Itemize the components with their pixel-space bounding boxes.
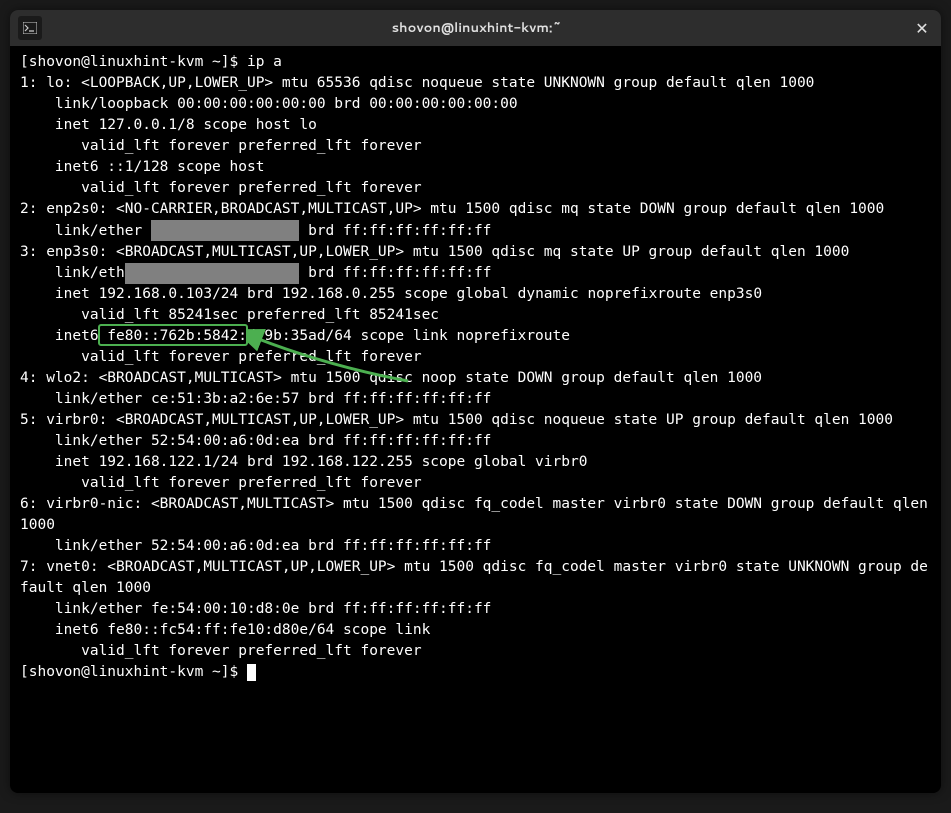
output-line: inet 192.168.122.1/24 brd 192.168.122.25… [20,454,587,470]
close-button[interactable]: ✕ [911,17,933,39]
terminal-icon [18,16,42,40]
cursor [247,664,256,681]
output-line: 5: virbr0: <BROADCAST,MULTICAST,UP,LOWER… [20,412,893,428]
command-text: ip a [247,54,282,70]
output-line: 1: lo: <LOOPBACK,UP,LOWER_UP> mtu 65536 … [20,75,814,91]
terminal-window: shovon@linuxhint-kvm:~ ✕ [shovon@linuxhi… [10,10,941,793]
output-line: link/ether 52:54:00:a6:0d:ea brd ff:ff:f… [20,538,491,554]
output-line: valid_lft forever preferred_lft forever [20,138,422,154]
prompt-line: [shovon@linuxhint-kvm ~]$ [20,664,247,680]
output-line: link/ether XX:XX:XX:XX:XX:XX brd ff:ff:f… [20,265,491,281]
titlebar[interactable]: shovon@linuxhint-kvm:~ ✕ [10,10,941,46]
window-title: shovon@linuxhint-kvm:~ [42,19,911,37]
output-line: 3: enp3s0: <BROADCAST,MULTICAST,UP,LOWER… [20,244,849,260]
output-line: inet6 ::1/128 scope host [20,159,273,175]
close-icon: ✕ [915,17,928,40]
highlighted-ip: 192.168.0.103/24 [99,286,239,302]
redacted-mac: er XX:XX:XX:XX:XX:XX [125,263,300,284]
output-line: inet6 fe80::fc54:ff:fe10:d80e/64 scope l… [20,622,439,638]
output-line: link/ether ce:51:3b:a2:6e:57 brd ff:ff:f… [20,391,491,407]
output-line: link/loopback 00:00:00:00:00:00 brd 00:0… [20,96,518,112]
output-line: link/ether XX:XX:XX:XX:XX:XX brd ff:ff:f… [20,223,491,239]
output-line: 2: enp2s0: <NO-CARRIER,BROADCAST,MULTICA… [20,201,884,217]
output-line: link/ether 52:54:00:a6:0d:ea brd ff:ff:f… [20,433,491,449]
output-line: inet6 fe80::762b:5842:d79b:35ad/64 scope… [20,328,579,344]
titlebar-left [18,16,42,40]
prompt-line: [shovon@linuxhint-kvm ~]$ ip a [20,54,282,70]
output-line: valid_lft forever preferred_lft forever [20,180,422,196]
output-line: valid_lft forever preferred_lft forever [20,643,422,659]
output-line: inet 127.0.0.1/8 scope host lo [20,117,317,133]
output-line: valid_lft forever preferred_lft forever [20,475,422,491]
output-line: inet 192.168.0.103/24 brd 192.168.0.255 … [20,286,762,302]
output-line: 7: vnet0: <BROADCAST,MULTICAST,UP,LOWER_… [20,559,928,596]
output-line: valid_lft 85241sec preferred_lft 85241se… [20,307,439,323]
terminal-output[interactable]: [shovon@linuxhint-kvm ~]$ ip a 1: lo: <L… [10,46,941,793]
output-line: 4: wlo2: <BROADCAST,MULTICAST> mtu 1500 … [20,370,762,386]
output-line: 6: virbr0-nic: <BROADCAST,MULTICAST> mtu… [20,496,937,533]
redacted-mac: XX:XX:XX:XX:XX:XX [151,220,299,241]
output-line: valid_lft forever preferred_lft forever [20,349,422,365]
output-line: link/ether fe:54:00:10:d8:0e brd ff:ff:f… [20,601,491,617]
